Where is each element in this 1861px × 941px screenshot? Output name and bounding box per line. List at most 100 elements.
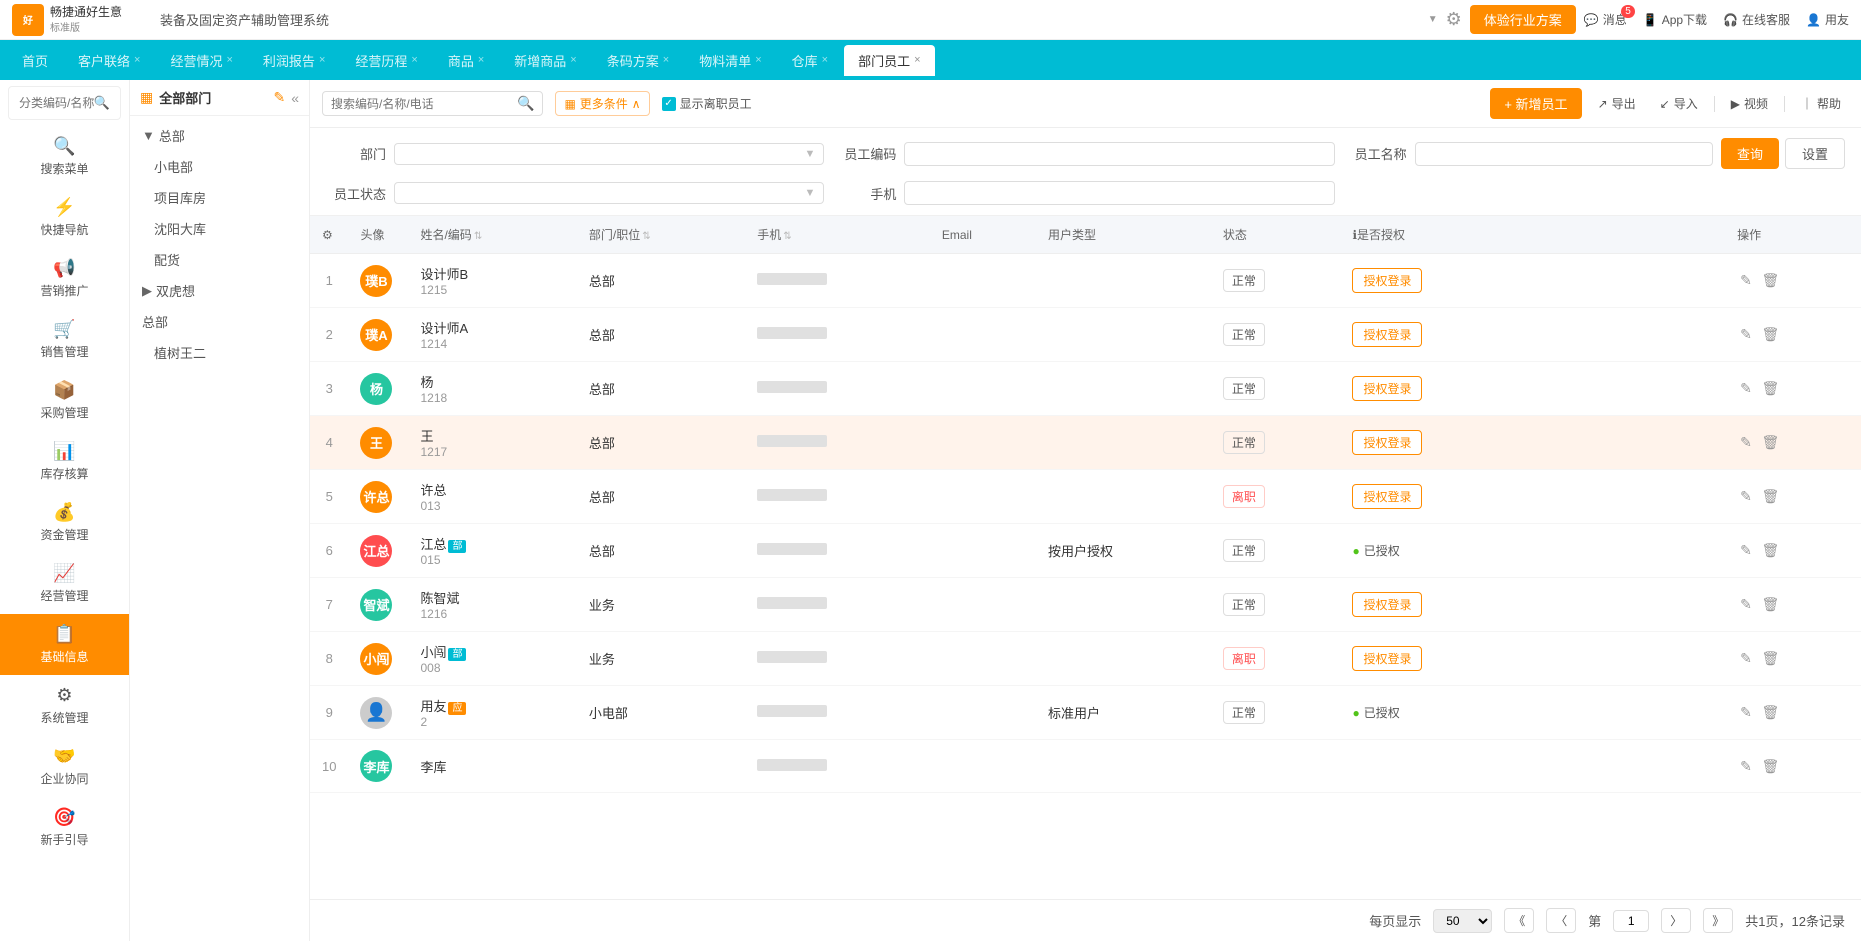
show-dimission-check[interactable]: ✓ 显示离职员工 <box>662 95 752 112</box>
search-input[interactable] <box>331 97 511 111</box>
dept-edit-icon[interactable]: ✎ <box>273 89 285 106</box>
tab-profit-close[interactable]: × <box>319 54 325 66</box>
tab-bom[interactable]: 物料清单× <box>685 45 775 76</box>
edit-icon-7[interactable]: ✎ <box>1740 650 1752 666</box>
tab-goods[interactable]: 商品× <box>434 45 498 76</box>
auth-btn-3[interactable]: 授权登录 <box>1352 430 1422 455</box>
tab-barcode[interactable]: 条码方案× <box>593 45 683 76</box>
last-page-btn[interactable]: 》 <box>1703 908 1733 933</box>
filter-status-select[interactable]: ▼ <box>394 182 824 204</box>
sidebar-item-marketing[interactable]: 📢 营销推广 <box>0 248 129 309</box>
tab-dept-staff[interactable]: 部门员工× <box>844 45 934 76</box>
th-dept[interactable]: 部门/职位⇅ <box>577 216 745 254</box>
tab-warehouse[interactable]: 仓库× <box>778 45 842 76</box>
reset-button[interactable]: 设置 <box>1785 138 1845 169</box>
search-icon[interactable]: 🔍 <box>517 95 534 112</box>
tab-operation[interactable]: 经营情况× <box>156 45 246 76</box>
edit-icon-4[interactable]: ✎ <box>1740 488 1752 504</box>
tab-bom-close[interactable]: × <box>755 54 761 66</box>
delete-icon-4[interactable]: 🗑 <box>1761 488 1779 504</box>
sidebar-item-purchase[interactable]: 📦 采购管理 <box>0 370 129 431</box>
user-btn[interactable]: 👤 用友 <box>1806 11 1849 28</box>
tab-bizhistory-close[interactable]: × <box>411 54 417 66</box>
filter-phone-input[interactable] <box>904 181 1334 205</box>
sidebar-search-input[interactable] <box>19 96 94 110</box>
tab-customer[interactable]: 客户联络× <box>64 45 154 76</box>
export-btn[interactable]: ↗ 导出 <box>1590 91 1644 116</box>
delete-icon-0[interactable]: 🗑 <box>1761 272 1779 288</box>
sidebar-item-quicknav[interactable]: ⚡ 快捷导航 <box>0 187 129 248</box>
auth-btn-4[interactable]: 授权登录 <box>1352 484 1422 509</box>
first-page-btn[interactable]: 《 <box>1504 908 1534 933</box>
dept-tree-item-proj[interactable]: 项目库房 <box>130 182 309 213</box>
tab-operation-close[interactable]: × <box>226 54 232 66</box>
auth-btn-6[interactable]: 授权登录 <box>1352 592 1422 617</box>
tab-profit[interactable]: 利润报告× <box>249 45 339 76</box>
more-filter-btn[interactable]: ▦ 更多条件 ∧ <box>555 91 649 116</box>
sidebar-item-mgmt[interactable]: 📈 经营管理 <box>0 553 129 614</box>
edit-icon-2[interactable]: ✎ <box>1740 380 1752 396</box>
tab-biz-history[interactable]: 经营历程× <box>341 45 431 76</box>
tab-goods-close[interactable]: × <box>478 54 484 66</box>
th-settings[interactable]: ⚙ <box>310 216 348 254</box>
sys-dropdown-icon[interactable]: ▼ <box>1428 14 1438 25</box>
sidebar-item-sales[interactable]: 🛒 销售管理 <box>0 309 129 370</box>
delete-icon-6[interactable]: 🗑 <box>1761 596 1779 612</box>
dept-tree-item-zongbu[interactable]: 总部 <box>130 306 309 337</box>
dept-tree-item-general[interactable]: ▼ 总部 <box>130 120 309 151</box>
dept-tree-item-zhishu[interactable]: 植树王二 <box>130 337 309 368</box>
filter-empname-input[interactable] <box>1415 142 1713 166</box>
dept-collapse-icon[interactable]: « <box>291 90 299 106</box>
edit-icon-3[interactable]: ✎ <box>1740 434 1752 450</box>
help-btn[interactable]: ｜ 帮助 <box>1793 91 1849 116</box>
sidebar-item-guide[interactable]: 🎯 新手引导 <box>0 797 129 858</box>
dimission-checkbox[interactable]: ✓ <box>662 97 676 111</box>
tab-addgoods-close[interactable]: × <box>570 54 576 66</box>
dept-tree-item-xiao[interactable]: 小电部 <box>130 151 309 182</box>
th-phone[interactable]: 手机⇅ <box>745 216 930 254</box>
app-download-btn[interactable]: 📱 App下载 <box>1643 11 1707 28</box>
phone-sort-icon[interactable]: ⇅ <box>783 231 791 242</box>
import-btn[interactable]: ↙ 导入 <box>1652 91 1706 116</box>
delete-icon-1[interactable]: 🗑 <box>1761 326 1779 342</box>
th-name[interactable]: 姓名/编码⇅ <box>408 216 576 254</box>
edit-icon-1[interactable]: ✎ <box>1740 326 1752 342</box>
tab-add-goods[interactable]: 新增商品× <box>500 45 590 76</box>
dept-tree-item-shuang[interactable]: ▶ 双虎想 <box>130 275 309 306</box>
delete-icon-2[interactable]: 🗑 <box>1761 380 1779 396</box>
tab-home[interactable]: 首页 <box>8 45 62 76</box>
query-button[interactable]: 查询 <box>1721 138 1779 169</box>
tab-deptstaff-close[interactable]: × <box>914 54 920 66</box>
edit-icon-6[interactable]: ✎ <box>1740 596 1752 612</box>
dept-tree-item-shenyang[interactable]: 沈阳大库 <box>130 213 309 244</box>
delete-icon-3[interactable]: 🗑 <box>1761 434 1779 450</box>
edit-icon-5[interactable]: ✎ <box>1740 542 1752 558</box>
auth-btn-1[interactable]: 授权登录 <box>1352 322 1422 347</box>
edit-icon-9[interactable]: ✎ <box>1740 758 1752 774</box>
delete-icon-8[interactable]: 🗑 <box>1761 704 1779 720</box>
view-btn[interactable]: ▶ 视频 <box>1723 91 1776 116</box>
sidebar-item-inventory[interactable]: 📊 库存核算 <box>0 431 129 492</box>
next-page-btn[interactable]: 〉 <box>1661 908 1691 933</box>
sidebar-item-finance[interactable]: 💰 资金管理 <box>0 492 129 553</box>
filter-empcode-input[interactable] <box>904 142 1334 166</box>
filter-dept-select[interactable]: ▼ <box>394 143 824 165</box>
page-size-select[interactable]: 50 100 200 <box>1433 909 1492 933</box>
page-num-input[interactable] <box>1613 910 1649 932</box>
message-btn[interactable]: 💬 消息 5 <box>1584 11 1627 28</box>
auth-btn-0[interactable]: 授权登录 <box>1352 268 1422 293</box>
auth-btn-7[interactable]: 授权登录 <box>1352 646 1422 671</box>
sidebar-item-collab[interactable]: 🤝 企业协同 <box>0 736 129 797</box>
sidebar-item-search[interactable]: 🔍 搜索菜单 <box>0 126 129 187</box>
tab-customer-close[interactable]: × <box>134 54 140 66</box>
add-employee-button[interactable]: + 新增员工 <box>1490 88 1581 119</box>
settings-icon[interactable]: ⚙ <box>1446 9 1462 30</box>
dept-tree-item-peihuo[interactable]: 配货 <box>130 244 309 275</box>
sidebar-search-icon[interactable]: 🔍 <box>94 95 110 111</box>
tab-barcode-close[interactable]: × <box>663 54 669 66</box>
edit-icon-0[interactable]: ✎ <box>1740 272 1752 288</box>
sidebar-item-basic[interactable]: 📋 基础信息 <box>0 614 129 675</box>
delete-icon-7[interactable]: 🗑 <box>1761 650 1779 666</box>
tab-warehouse-close[interactable]: × <box>822 54 828 66</box>
name-sort-icon[interactable]: ⇅ <box>474 231 482 242</box>
